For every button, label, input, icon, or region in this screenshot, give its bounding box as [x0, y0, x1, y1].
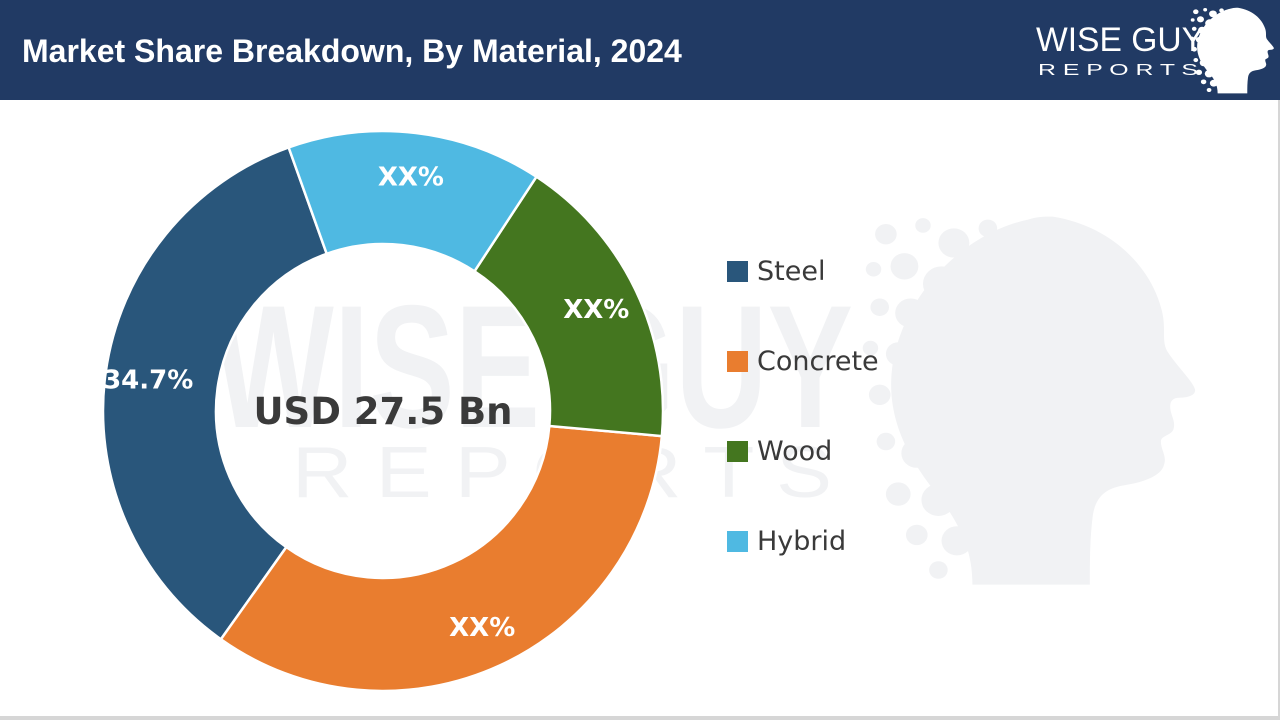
legend-label: Wood: [757, 435, 833, 467]
slice-percent-label-wood: XX%: [563, 295, 629, 325]
legend-label: Concrete: [757, 345, 879, 377]
legend-item-concrete: Concrete: [727, 344, 879, 378]
donut-slice-concrete: [219, 424, 664, 693]
legend-item-hybrid: Hybrid: [727, 524, 879, 558]
logo-face-icon: [1189, 7, 1274, 94]
logo-wordmark: WISE GUY: [1036, 21, 1204, 59]
legend-swatch-steel: [727, 260, 748, 282]
logo-subtitle: R E P O R T S: [1038, 62, 1198, 79]
legend-item-wood: Wood: [727, 434, 879, 468]
legend-label: Steel: [757, 255, 826, 287]
bottom-border: [0, 716, 1280, 720]
center-value: USD 27.5 Bn: [254, 390, 513, 433]
legend-swatch-wood: [727, 440, 748, 462]
donut-chart: 34.7% XX% XX% XX% USD 27.5 Bn: [101, 129, 665, 693]
slice-percent-label-hybrid: XX%: [378, 163, 444, 193]
header: Market Share Breakdown, By Material, 202…: [0, 0, 1280, 100]
legend-item-steel: Steel: [727, 254, 879, 288]
slice-percent-label-concrete: XX%: [449, 613, 515, 643]
legend-label: Hybrid: [757, 525, 847, 557]
wiseguy-logo: WISE GUY R E P O R T S: [1036, 7, 1274, 94]
slice-percent-label-steel: 34.7%: [103, 366, 193, 396]
page-title: Market Share Breakdown, By Material, 202…: [22, 33, 682, 69]
legend: Steel Concrete Wood Hybrid: [727, 254, 879, 614]
report-canvas: Market Share Breakdown, By Material, 202…: [0, 0, 1280, 720]
legend-swatch-concrete: [727, 350, 748, 372]
legend-swatch-hybrid: [727, 530, 748, 552]
